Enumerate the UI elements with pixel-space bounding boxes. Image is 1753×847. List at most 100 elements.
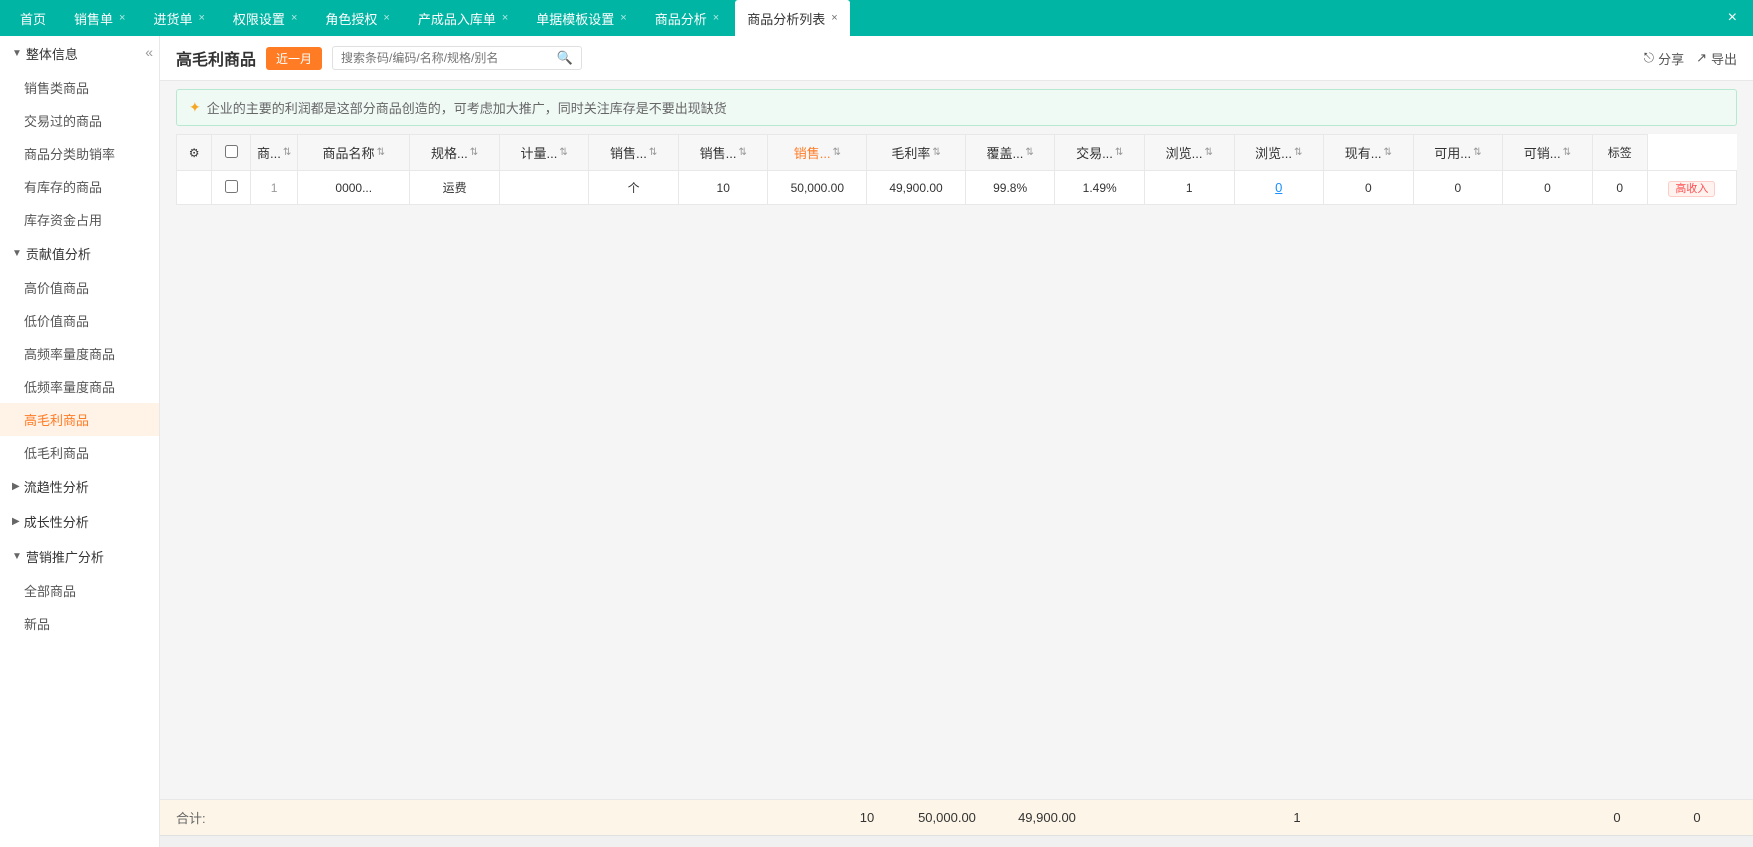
col-sellable[interactable]: 可销...⇅ bbox=[1503, 135, 1593, 171]
sidebar: « ▼ 整体信息 销售类商品 交易过的商品 商品分类助销率 有库存的商品 库存资… bbox=[0, 36, 160, 847]
footer-sales-qty: 10 bbox=[837, 810, 897, 825]
col-spec[interactable]: 规格...⇅ bbox=[410, 135, 500, 171]
close-template-tab[interactable]: × bbox=[620, 12, 626, 24]
top-nav: 首页 销售单 × 进货单 × 权限设置 × 角色授权 × 产成品入库单 × 单据… bbox=[0, 0, 1753, 36]
row-browse1[interactable]: 0 bbox=[1234, 171, 1324, 205]
nav-tab-template[interactable]: 单据模板设置 × bbox=[524, 0, 638, 36]
row-sales-amount: 50,000.00 bbox=[768, 171, 867, 205]
nav-tab-role[interactable]: 角色授权 × bbox=[313, 0, 401, 36]
sort-icon: ⇅ bbox=[283, 147, 291, 158]
row-available1: 0 bbox=[1413, 171, 1503, 205]
col-available1[interactable]: 现有...⇅ bbox=[1324, 135, 1414, 171]
filter-recent-month-button[interactable]: 近一月 bbox=[266, 47, 322, 70]
sidebar-item-new-goods[interactable]: 新品 bbox=[0, 607, 159, 640]
close-product-entry-tab[interactable]: × bbox=[502, 12, 508, 24]
search-icon[interactable]: 🔍 bbox=[557, 50, 573, 66]
col-browse2[interactable]: 浏览...⇅ bbox=[1234, 135, 1324, 171]
sort-icon: ⇅ bbox=[470, 147, 478, 158]
col-sales-amount[interactable]: 销售...⇅ bbox=[678, 135, 768, 171]
search-input[interactable] bbox=[341, 51, 553, 65]
search-box[interactable]: 🔍 bbox=[332, 46, 582, 70]
nav-tab-product-entry[interactable]: 产成品入库单 × bbox=[406, 0, 520, 36]
nav-tab-sales[interactable]: 销售单 × bbox=[62, 0, 137, 36]
sort-icon: ⇅ bbox=[377, 147, 385, 158]
close-analysis-tab[interactable]: × bbox=[713, 12, 719, 24]
sort-icon: ⇅ bbox=[1384, 147, 1392, 158]
col-transaction[interactable]: 交易...⇅ bbox=[1055, 135, 1145, 171]
col-browse1[interactable]: 浏览...⇅ bbox=[1144, 135, 1234, 171]
sidebar-item-stocked-goods[interactable]: 有库存的商品 bbox=[0, 170, 159, 203]
col-sales-qty[interactable]: 销售...⇅ bbox=[589, 135, 679, 171]
row-coverage: 1.49% bbox=[1055, 171, 1145, 205]
sidebar-group-overall[interactable]: ▼ 整体信息 bbox=[0, 36, 159, 71]
nav-tab-analysis-list[interactable]: 商品分析列表 × bbox=[735, 0, 849, 36]
close-sales-tab[interactable]: × bbox=[119, 12, 125, 24]
export-icon: ↗ bbox=[1696, 50, 1707, 66]
row-settings-cell bbox=[177, 171, 212, 205]
row-tag: 高收入 bbox=[1647, 171, 1736, 205]
col-coverage[interactable]: 覆盖...⇅ bbox=[965, 135, 1055, 171]
footer-sales-cost: 49,900.00 bbox=[997, 810, 1097, 825]
col-sales-cost[interactable]: 销售...⇅ bbox=[768, 135, 867, 171]
share-button[interactable]: ⎋ 分享 bbox=[1644, 49, 1684, 68]
sort-icon: ⇅ bbox=[1473, 147, 1481, 158]
footer-sellable: 0 bbox=[1657, 810, 1737, 825]
sidebar-item-low-margin[interactable]: 低毛利商品 bbox=[0, 436, 159, 469]
sidebar-group-trend[interactable]: ▶ 流趋性分析 bbox=[0, 469, 159, 504]
tag-badge: 高收入 bbox=[1668, 181, 1715, 197]
arrow-icon: ▼ bbox=[12, 551, 22, 562]
col-unit[interactable]: 计量...⇅ bbox=[499, 135, 589, 171]
bottom-scrollbar[interactable] bbox=[160, 835, 1753, 847]
col-name[interactable]: 商品名称⇅ bbox=[298, 135, 410, 171]
sort-icon: ⇅ bbox=[833, 147, 841, 158]
sort-icon: ⇅ bbox=[1294, 147, 1302, 158]
col-checkbox[interactable] bbox=[212, 135, 251, 171]
row-num: 1 bbox=[250, 171, 297, 205]
share-icon: ⎋ bbox=[1644, 50, 1654, 66]
sidebar-group-growth[interactable]: ▶ 成长性分析 bbox=[0, 504, 159, 539]
row-name: 运费 bbox=[410, 171, 500, 205]
footer-transaction: 1 bbox=[1257, 810, 1337, 825]
close-permission-tab[interactable]: × bbox=[291, 12, 297, 24]
close-analysis-list-tab[interactable]: × bbox=[831, 12, 837, 24]
sidebar-item-low-freq[interactable]: 低频率量度商品 bbox=[0, 370, 159, 403]
sidebar-group-wealth[interactable]: ▼ 贡献值分析 bbox=[0, 236, 159, 271]
row-checkbox-cell[interactable] bbox=[212, 171, 251, 205]
close-all-button[interactable]: × bbox=[1720, 9, 1745, 27]
sidebar-group-marketing[interactable]: ▼ 营销推广分析 bbox=[0, 539, 159, 574]
sort-icon: ⇅ bbox=[932, 147, 940, 158]
sidebar-collapse-button[interactable]: « bbox=[145, 44, 153, 60]
nav-tab-permission[interactable]: 权限设置 × bbox=[221, 0, 309, 36]
nav-tab-analysis[interactable]: 商品分析 × bbox=[643, 0, 731, 36]
col-tag[interactable]: 标签 bbox=[1592, 135, 1647, 171]
footer-available2: 0 bbox=[1577, 810, 1657, 825]
sort-icon: ⇅ bbox=[649, 147, 657, 158]
sidebar-item-goods-scoring[interactable]: 商品分类助销率 bbox=[0, 137, 159, 170]
sidebar-item-traded-goods[interactable]: 交易过的商品 bbox=[0, 104, 159, 137]
sidebar-item-sales-goods[interactable]: 销售类商品 bbox=[0, 71, 159, 104]
page-title: 高毛利商品 bbox=[176, 46, 256, 70]
sidebar-item-low-value[interactable]: 低价值商品 bbox=[0, 304, 159, 337]
sidebar-item-high-freq[interactable]: 高频率量度商品 bbox=[0, 337, 159, 370]
col-code[interactable]: 商...⇅ bbox=[250, 135, 297, 171]
nav-tab-purchase[interactable]: 进货单 × bbox=[141, 0, 216, 36]
col-settings[interactable]: ⚙ bbox=[177, 135, 212, 171]
close-role-tab[interactable]: × bbox=[383, 12, 389, 24]
sidebar-item-high-value[interactable]: 高价值商品 bbox=[0, 271, 159, 304]
sidebar-item-all-goods[interactable]: 全部商品 bbox=[0, 574, 159, 607]
row-code: 0000... bbox=[298, 171, 410, 205]
row-checkbox[interactable] bbox=[225, 180, 238, 193]
browse1-link[interactable]: 0 bbox=[1275, 180, 1282, 195]
sidebar-item-stock-occupation[interactable]: 库存资金占用 bbox=[0, 203, 159, 236]
col-margin-rate[interactable]: 毛利率⇅ bbox=[867, 135, 966, 171]
sidebar-item-high-margin[interactable]: 高毛利商品 bbox=[0, 403, 159, 436]
content-header: 高毛利商品 近一月 🔍 ⎋ 分享 ↗ 导出 bbox=[160, 36, 1753, 81]
row-spec bbox=[499, 171, 589, 205]
sort-icon: ⇅ bbox=[1204, 147, 1212, 158]
sort-icon: ⇅ bbox=[1563, 147, 1571, 158]
select-all-checkbox[interactable] bbox=[225, 145, 238, 158]
close-purchase-tab[interactable]: × bbox=[198, 12, 204, 24]
nav-tab-home[interactable]: 首页 bbox=[8, 0, 58, 36]
col-available2[interactable]: 可用...⇅ bbox=[1413, 135, 1503, 171]
export-button[interactable]: ↗ 导出 bbox=[1696, 49, 1737, 68]
